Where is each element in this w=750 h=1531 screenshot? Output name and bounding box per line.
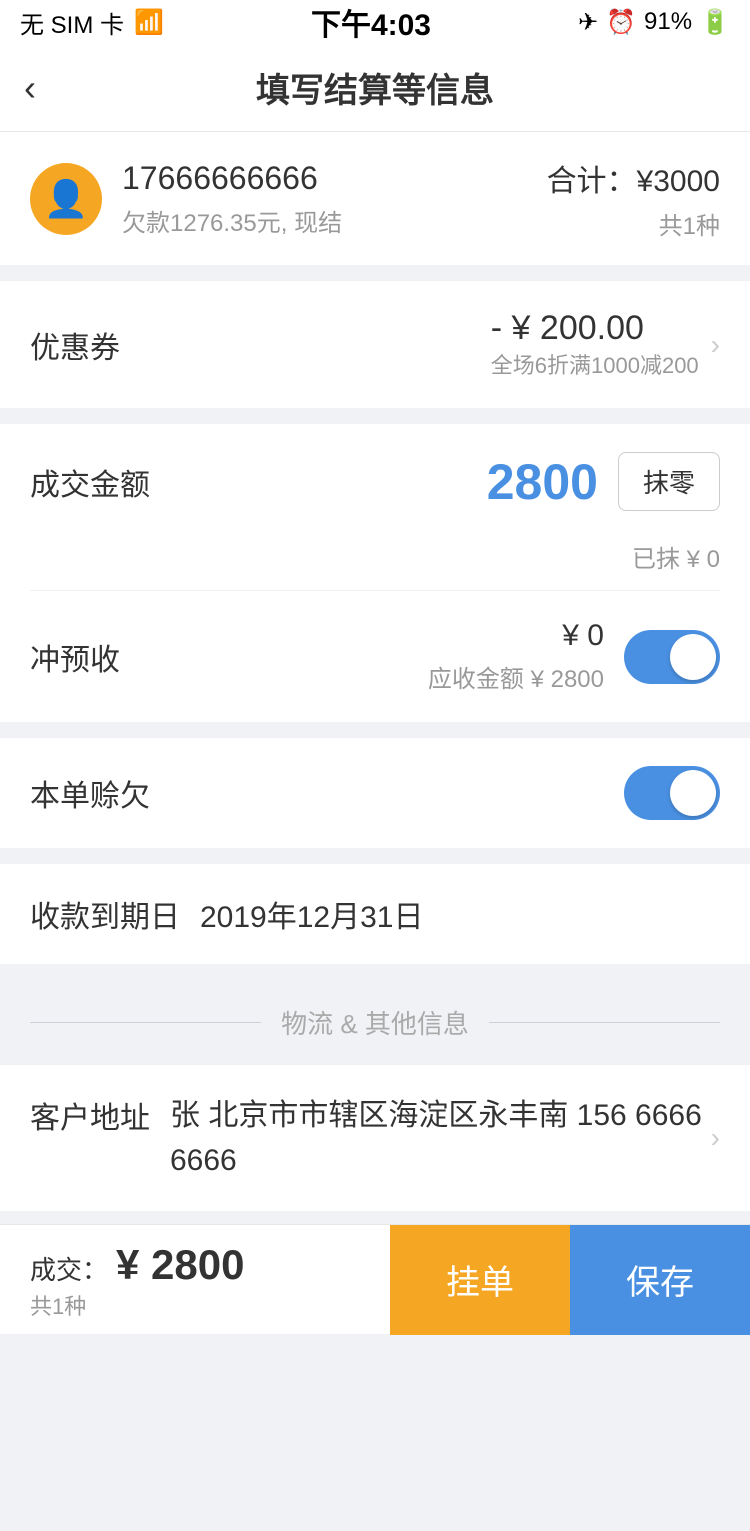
coupon-right: - ¥ 200.00 全场6折满1000减200 › xyxy=(491,309,720,380)
debt-label: 本单赊欠 xyxy=(30,771,150,815)
bottom-summary-count: 共1种 xyxy=(30,1289,360,1321)
bottom-bar: 成交： ¥ 2800 共1种 挂单 保存 xyxy=(0,1224,750,1334)
amount-right: 2800 抹零 xyxy=(487,452,720,511)
customer-count: 共1种 xyxy=(547,206,720,241)
wifi-icon: 📶 xyxy=(134,8,164,37)
bottom-summary-label: 成交： xyxy=(30,1250,108,1287)
amount-label: 成交金额 xyxy=(30,460,150,504)
debt-toggle-knob xyxy=(670,770,716,816)
chong-yushou-row: 冲预收 ¥ 0 应收金额 ¥ 2800 xyxy=(0,591,750,722)
status-bar-time: 下午4:03 xyxy=(311,0,431,44)
nav-bar: ‹ 填写结算等信息 xyxy=(0,44,750,132)
charge-right-wrapper: ¥ 0 应收金额 ¥ 2800 xyxy=(428,619,720,694)
pending-button[interactable]: 挂单 xyxy=(390,1225,570,1335)
amount-value: 2800 xyxy=(487,453,598,511)
battery-label: 91% xyxy=(644,8,692,36)
bottom-summary: 成交： ¥ 2800 共1种 xyxy=(0,1239,390,1321)
customer-right: 合计：¥3000 共1种 xyxy=(547,156,720,241)
address-value: 张 北京市市辖区海淀区永丰南 156 6666 6666 xyxy=(170,1093,711,1183)
alarm-icon: ⏰ xyxy=(606,8,636,37)
amount-sub-text: 已抹 ¥ 0 xyxy=(0,539,750,590)
logistics-text: 物流 & 其他信息 xyxy=(281,1004,469,1041)
logistics-line-right xyxy=(489,1022,720,1023)
debt-toggle[interactable] xyxy=(624,766,720,820)
logistics-header: 物流 & 其他信息 xyxy=(0,980,750,1065)
charge-label: 冲预收 xyxy=(30,635,120,679)
coupon-discount: - ¥ 200.00 xyxy=(491,309,699,348)
customer-info-card: 👤 17666666666 欠款1276.35元, 现结 合计：¥3000 共1… xyxy=(0,132,750,265)
status-bar-left: 无 SIM 卡 📶 xyxy=(20,5,164,40)
customer-total: 合计：¥3000 xyxy=(547,156,720,200)
due-date-value: 2019年12月31日 xyxy=(200,892,423,936)
toggle-knob xyxy=(670,634,716,680)
customer-sub-info: 欠款1276.35元, 现结 xyxy=(122,203,342,238)
charge-sub: 应收金额 ¥ 2800 xyxy=(428,659,604,694)
charge-right: ¥ 0 应收金额 ¥ 2800 xyxy=(428,619,604,694)
battery-icon: 🔋 xyxy=(700,8,730,37)
logistics-line-left xyxy=(30,1022,261,1023)
address-row[interactable]: 客户地址 张 北京市市辖区海淀区永丰南 156 6666 6666 › xyxy=(0,1065,750,1211)
location-icon: ✈ xyxy=(578,8,598,37)
coupon-label: 优惠券 xyxy=(30,323,120,367)
address-label: 客户地址 xyxy=(30,1093,150,1137)
amount-row: 成交金额 2800 抹零 xyxy=(0,424,750,539)
due-date-label: 收款到期日 xyxy=(30,892,180,936)
carrier-label: 无 SIM 卡 xyxy=(20,5,124,40)
debt-row: 本单赊欠 xyxy=(0,738,750,848)
avatar: 👤 xyxy=(30,163,102,235)
address-arrow-icon: › xyxy=(711,1122,720,1154)
bottom-summary-amount: ¥ 2800 xyxy=(116,1241,244,1289)
coupon-arrow-icon: › xyxy=(711,329,720,361)
coupon-desc: 全场6折满1000减200 xyxy=(491,348,699,380)
round-button[interactable]: 抹零 xyxy=(618,452,720,511)
save-button[interactable]: 保存 xyxy=(570,1225,750,1335)
customer-left: 👤 17666666666 欠款1276.35元, 现结 xyxy=(30,160,342,238)
amount-section: 成交金额 2800 抹零 已抹 ¥ 0 冲预收 ¥ 0 应收金额 ¥ 2800 xyxy=(0,424,750,722)
coupon-row[interactable]: 优惠券 - ¥ 200.00 全场6折满1000减200 › xyxy=(0,281,750,408)
chong-yushou-toggle[interactable] xyxy=(624,630,720,684)
back-button[interactable]: ‹ xyxy=(24,67,36,109)
bottom-summary-row: 成交： ¥ 2800 xyxy=(30,1239,360,1289)
status-bar: 无 SIM 卡 📶 下午4:03 ✈ ⏰ 91% 🔋 xyxy=(0,0,750,44)
page-title: 填写结算等信息 xyxy=(256,63,494,112)
charge-value: ¥ 0 xyxy=(562,619,604,653)
status-bar-right: ✈ ⏰ 91% 🔋 xyxy=(578,8,730,37)
customer-info: 17666666666 欠款1276.35元, 现结 xyxy=(122,160,342,238)
due-date-row: 收款到期日 2019年12月31日 xyxy=(0,864,750,964)
customer-phone: 17666666666 xyxy=(122,160,342,197)
